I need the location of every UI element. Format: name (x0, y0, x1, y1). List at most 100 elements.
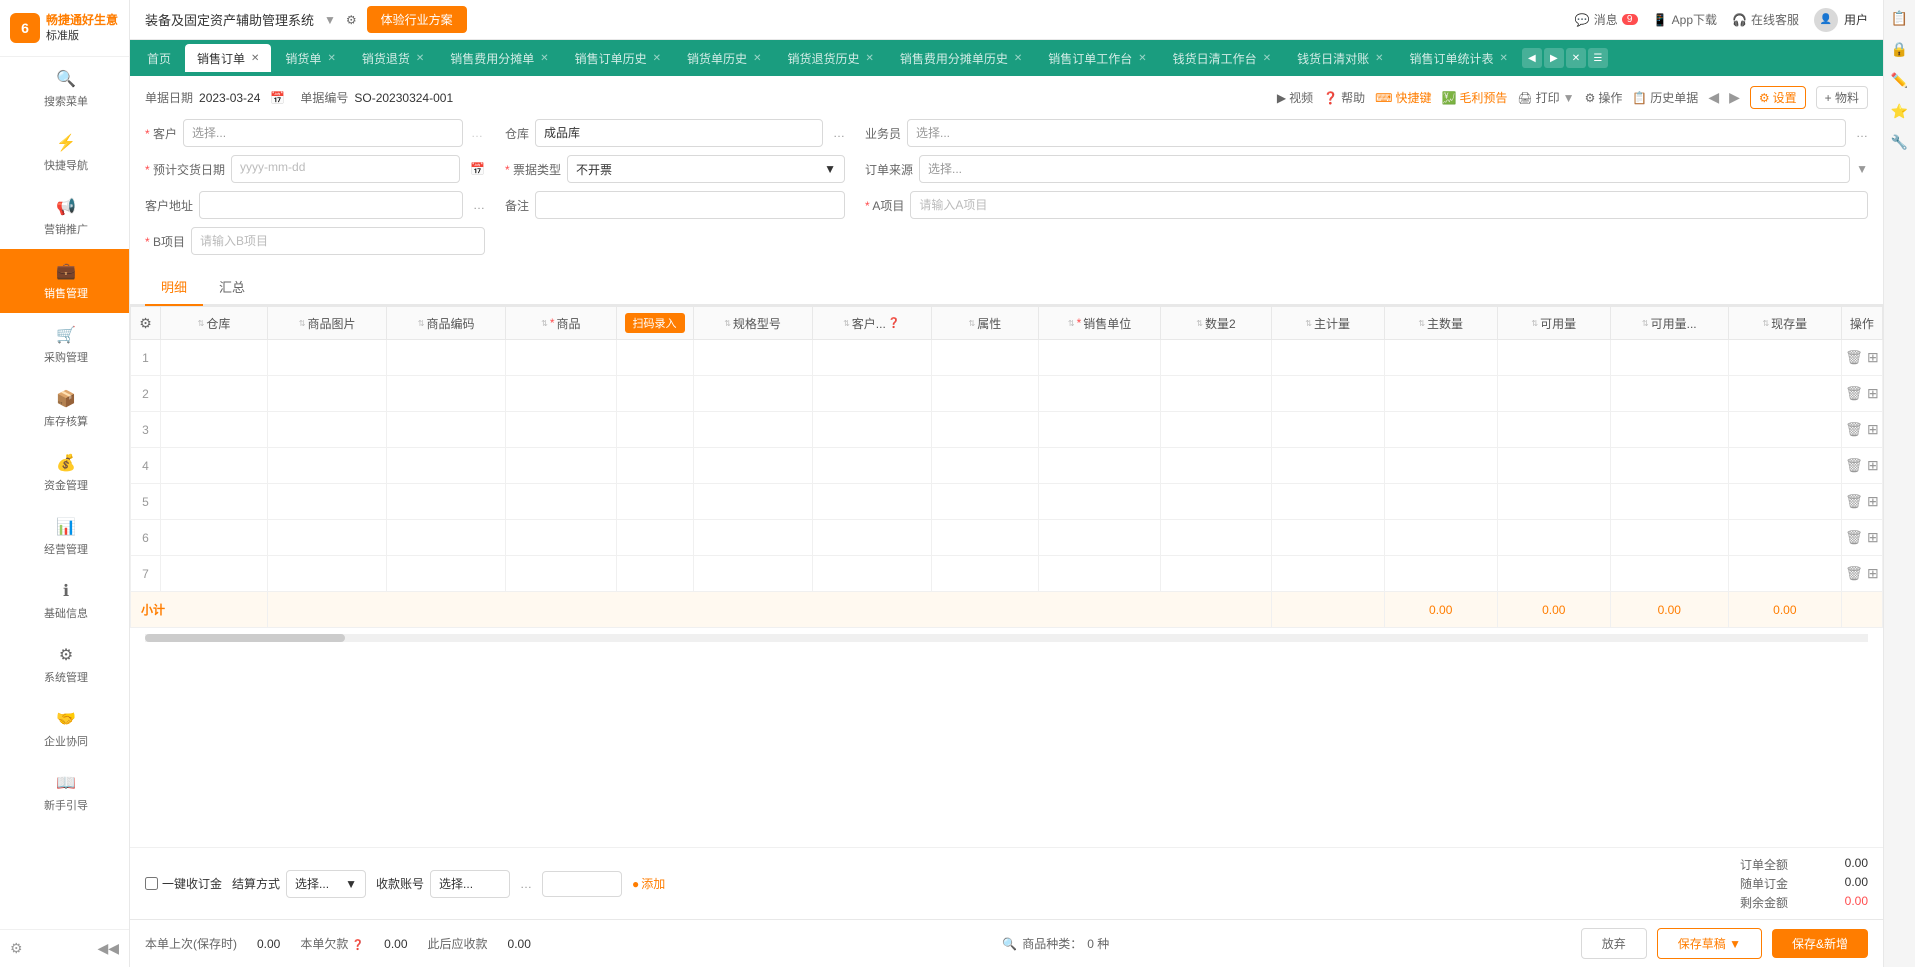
right-panel-icon-1[interactable]: 📋 (1887, 5, 1913, 31)
calendar-icon[interactable]: 📅 (270, 91, 285, 105)
customer-num-cell[interactable] (813, 340, 931, 375)
row-available[interactable] (1497, 340, 1610, 376)
staff-more-icon[interactable]: … (1856, 126, 1868, 140)
scroll-area[interactable] (130, 628, 1883, 648)
tab-order-history[interactable]: 销售订单历史 ✕ (563, 44, 673, 72)
delivery-date-input[interactable]: yyyy-mm-dd (231, 155, 460, 183)
tab-close-icon[interactable]: ✕ (653, 53, 661, 64)
settings-bottom-icon[interactable]: ⚙ (10, 940, 23, 957)
tab-close-icon[interactable]: ✕ (1375, 53, 1383, 64)
addr-more-icon[interactable]: … (473, 198, 485, 212)
b-project-input[interactable]: 请输入B项目 (191, 227, 485, 255)
delete-icon[interactable]: 🗑 (1845, 421, 1863, 438)
view-btn[interactable]: ▶ 视频 (1277, 89, 1313, 106)
scroll-thumb[interactable] (145, 634, 345, 642)
delete-icon[interactable]: 🗑 (1845, 493, 1863, 510)
profit-btn[interactable]: 💹 毛利预告 (1441, 89, 1507, 106)
a-project-input[interactable]: 请输入A项目 (910, 191, 1868, 219)
tab-detail[interactable]: 明细 (145, 269, 203, 306)
row-main-unit[interactable] (1271, 340, 1384, 376)
stock-cell[interactable] (1729, 340, 1841, 375)
sidebar-item-sales[interactable]: 💼 销售管理 (0, 249, 129, 313)
row-qty2[interactable] (1161, 340, 1271, 376)
copy-icon[interactable]: ⊞ (1867, 385, 1879, 402)
row-product-img[interactable] (268, 340, 387, 376)
tab-sales-receipt[interactable]: 销货单 ✕ (273, 44, 347, 72)
scan-btn[interactable]: 扫码录入 (625, 313, 685, 333)
ticket-type-select[interactable]: 不开票 ▼ (567, 155, 845, 183)
main-unit-cell[interactable] (1272, 340, 1384, 375)
save-new-btn[interactable]: 保存&新增 (1772, 929, 1868, 958)
amount-input[interactable] (542, 871, 622, 897)
message-btn[interactable]: 💬 消息 9 (1575, 11, 1638, 28)
user-section[interactable]: 👤 用户 (1814, 8, 1868, 32)
remark-input[interactable] (535, 191, 845, 219)
warehouse-cell-input[interactable] (161, 376, 267, 411)
tab-next-btn[interactable]: ▶ (1544, 48, 1564, 68)
copy-icon[interactable]: ⊞ (1867, 349, 1879, 366)
quick-pay-check[interactable]: 一键收订金 (145, 875, 222, 892)
tab-close-icon[interactable]: ✕ (865, 53, 873, 64)
available-cell[interactable] (1498, 340, 1610, 375)
tab-close-all-btn[interactable]: ✕ (1566, 48, 1586, 68)
copy-icon[interactable]: ⊞ (1867, 457, 1879, 474)
customer-input[interactable]: 选择... (183, 119, 463, 147)
tab-order-workbench[interactable]: 销售订单工作台 ✕ (1036, 44, 1158, 72)
settings-btn[interactable]: ⚙ 设置 (1750, 86, 1806, 109)
column-gear-icon[interactable]: ⚙ (139, 315, 152, 331)
sales-unit-cell[interactable] (1039, 340, 1160, 375)
delete-icon[interactable]: 🗑 (1845, 457, 1863, 474)
sidebar-item-purchase[interactable]: 🛒 采购管理 (0, 313, 129, 377)
tab-summary[interactable]: 汇总 (203, 269, 261, 306)
tab-close-icon[interactable]: ✕ (540, 53, 548, 64)
product-cell[interactable] (506, 340, 615, 375)
tab-home[interactable]: 首页 (135, 44, 183, 72)
delete-icon[interactable]: 🗑 (1845, 565, 1863, 582)
sidebar-item-system[interactable]: ⚙ 系统管理 (0, 633, 129, 697)
print-btn[interactable]: 🖨 打印 ▼ (1517, 89, 1574, 106)
row-stock[interactable] (1728, 340, 1841, 376)
help-btn[interactable]: ❓ 帮助 (1323, 89, 1365, 106)
discard-btn[interactable]: 放弃 (1581, 928, 1647, 959)
tab-sales-order[interactable]: 销售订单 ✕ (185, 44, 271, 72)
th-gear[interactable]: ⚙ (131, 307, 161, 340)
collapse-icon[interactable]: ◀◀ (97, 940, 119, 957)
tab-close-icon[interactable]: ✕ (327, 53, 335, 64)
row-available2[interactable] (1610, 340, 1728, 376)
row-scan[interactable] (616, 340, 693, 376)
right-panel-icon-5[interactable]: 🔧 (1887, 129, 1913, 155)
app-download-btn[interactable]: 📱 App下载 (1653, 11, 1717, 28)
warehouse-input[interactable]: 成品库 (535, 119, 823, 147)
staff-input[interactable]: 选择... (907, 119, 1846, 147)
tab-close-icon[interactable]: ✕ (753, 53, 761, 64)
tab-sales-return[interactable]: 销货退货 ✕ (350, 44, 436, 72)
tab-receipt-history[interactable]: 销货单历史 ✕ (675, 44, 773, 72)
row-sales-unit[interactable] (1038, 340, 1160, 376)
tab-return-history[interactable]: 销货退货历史 ✕ (775, 44, 885, 72)
row-property[interactable] (931, 340, 1038, 376)
add-material-btn[interactable]: + 物料 (1816, 86, 1868, 109)
method-select[interactable]: 选择... ▼ (286, 870, 366, 898)
tab-cash-reconcile[interactable]: 钱货日清对账 ✕ (1285, 44, 1395, 72)
copy-icon[interactable]: ⊞ (1867, 493, 1879, 510)
sidebar-item-inventory[interactable]: 📦 库存核算 (0, 377, 129, 441)
customer-addr-input[interactable] (199, 191, 463, 219)
tab-sales-stats[interactable]: 销售订单统计表 ✕ (1397, 44, 1519, 72)
order-source-input[interactable]: 选择... (919, 155, 1850, 183)
main-qty-cell[interactable] (1385, 340, 1497, 375)
row-main-qty[interactable] (1384, 340, 1497, 376)
sidebar-item-basic-info[interactable]: ℹ 基础信息 (0, 569, 129, 633)
available2-cell[interactable] (1611, 340, 1728, 375)
tab-close-icon[interactable]: ✕ (1500, 53, 1508, 64)
copy-icon[interactable]: ⊞ (1867, 421, 1879, 438)
sidebar-item-finance[interactable]: 💰 资金管理 (0, 441, 129, 505)
history-btn[interactable]: 📋 历史单据 (1632, 89, 1698, 106)
tab-cash-workbench[interactable]: 钱货日清工作台 ✕ (1161, 44, 1283, 72)
sidebar-item-management[interactable]: 📊 经营管理 (0, 505, 129, 569)
solution-btn[interactable]: 体验行业方案 (367, 6, 467, 33)
delivery-calendar-icon[interactable]: 📅 (470, 162, 485, 176)
right-panel-icon-3[interactable]: ✏️ (1887, 67, 1913, 93)
property-cell[interactable] (932, 340, 1038, 375)
copy-icon[interactable]: ⊞ (1867, 529, 1879, 546)
save-draft-btn[interactable]: 保存草稿 ▼ (1657, 928, 1762, 959)
